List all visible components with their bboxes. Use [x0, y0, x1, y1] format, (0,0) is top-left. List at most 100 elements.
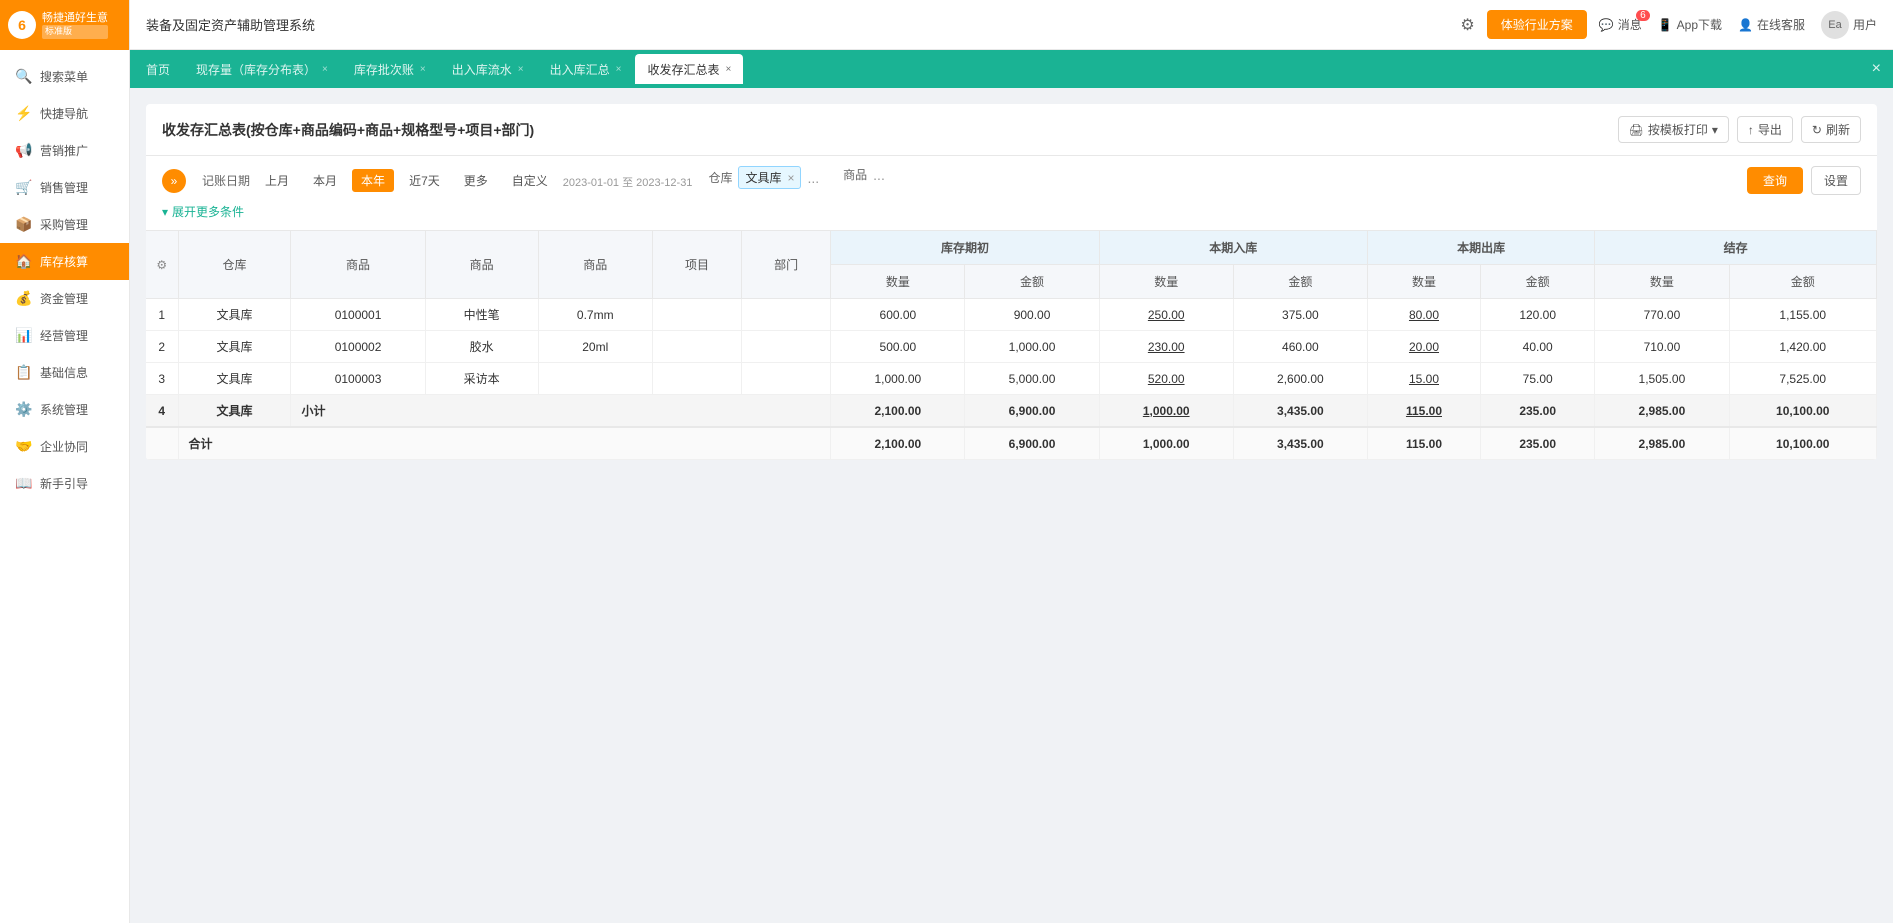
row-open-qty: 500.00 — [831, 331, 965, 363]
subtotal-close-qty: 2,985.00 — [1595, 395, 1729, 428]
sidebar-item-collab[interactable]: 🤝 企业协同 — [0, 428, 129, 465]
table-row: 1 文具库 0100001 中性笔 0.7mm 600.00 900.00 25… — [146, 299, 1877, 331]
page-title: 收发存汇总表(按仓库+商品编码+商品+规格型号+项目+部门) — [162, 120, 534, 140]
expand-more-conditions[interactable]: ▾ 展开更多条件 — [162, 203, 1861, 220]
row-in-amt: 2,600.00 — [1233, 363, 1367, 395]
date-filter-col: 记账日期 上月 本月 本年 近7天 更多 自定义 2023-01-01 至 20… — [202, 169, 692, 192]
expand-arrow-button[interactable]: » — [162, 169, 186, 193]
total-out-qty: 115.00 — [1367, 427, 1480, 460]
tab-close-batch-ledger[interactable]: × — [420, 64, 426, 75]
export-button[interactable]: ↑ 导出 — [1737, 116, 1793, 143]
tab-close-inout-summary[interactable]: × — [616, 64, 622, 75]
date-btn-more[interactable]: 更多 — [455, 169, 497, 192]
tab-close-stock-dist[interactable]: × — [322, 64, 328, 75]
service-item[interactable]: 👤 在线客服 — [1738, 16, 1805, 33]
sidebar-item-inventory[interactable]: 🏠库存核算 — [0, 243, 129, 280]
warehouse-label: 仓库 — [708, 169, 732, 186]
message-icon-item[interactable]: 💬 消息 6 — [1599, 16, 1642, 33]
row-warehouse: 文具库 — [178, 299, 291, 331]
query-button[interactable]: 查询 — [1747, 167, 1803, 194]
row-open-amt: 1,000.00 — [965, 331, 1099, 363]
row-out-qty: 20.00 — [1367, 331, 1480, 363]
sidebar-item-marketing[interactable]: 📢营销推广 — [0, 132, 129, 169]
data-table: ⚙ 仓库 商品 商品 商品 项目 部门 库存期初 本期入库 本期出库 结存 数量 — [146, 231, 1877, 460]
row-close-amt: 7,525.00 — [1729, 363, 1877, 395]
system-icon: ⚙️ — [16, 402, 32, 418]
row-dept — [742, 363, 831, 395]
filter-settings-button[interactable]: 设置 — [1811, 166, 1861, 195]
sidebar-item-purchase[interactable]: 📦采购管理 — [0, 206, 129, 243]
user-item[interactable]: Ea 用户 — [1821, 11, 1877, 39]
tab-inout-flow[interactable]: 出入库流水× — [440, 54, 536, 84]
warehouse-tag-close[interactable]: × — [787, 171, 794, 185]
row-project — [652, 299, 741, 331]
sidebar-item-guide[interactable]: 📖新手引导 — [0, 465, 129, 502]
service-icon: 👤 — [1738, 18, 1753, 32]
date-label: 记账日期 — [202, 172, 250, 189]
sidebar-item-search[interactable]: 🔍搜索菜单 — [0, 58, 129, 95]
total-row: 合计 2,100.00 6,900.00 1,000.00 3,435.00 1… — [146, 427, 1877, 460]
tab-close-inout-flow[interactable]: × — [518, 64, 524, 75]
sidebar-item-finance[interactable]: 💰资金管理 — [0, 280, 129, 317]
date-btn-last-month[interactable]: 上月 — [256, 169, 298, 192]
date-btn-7days[interactable]: 近7天 — [400, 169, 449, 192]
goods-more[interactable]: ... — [873, 167, 885, 183]
sidebar-item-label: 库存核算 — [40, 253, 88, 270]
collab-icon: 🤝 — [16, 439, 32, 455]
subtotal-out-amt: 235.00 — [1481, 395, 1595, 428]
sidebar-item-label: 经营管理 — [40, 327, 88, 344]
refresh-icon: ↻ — [1812, 123, 1822, 137]
row-in-qty: 250.00 — [1099, 299, 1233, 331]
sidebar: 6 畅捷通好生意 标准版 🔍搜索菜单⚡快捷导航📢营销推广🛒销售管理📦采购管理🏠库… — [0, 0, 130, 923]
row-close-amt: 1,420.00 — [1729, 331, 1877, 363]
row-name: 胶水 — [425, 331, 538, 363]
date-btn-this-year[interactable]: 本年 — [352, 169, 394, 192]
sidebar-item-operations[interactable]: 📊 经营管理 — [0, 317, 129, 354]
tab-stock-dist[interactable]: 现存量（库存分布表）× — [184, 54, 340, 84]
tab-home[interactable]: 首页 — [134, 54, 182, 84]
close-all-tabs[interactable]: × — [1864, 60, 1889, 78]
warehouse-more[interactable]: ... — [807, 170, 819, 186]
marketing-icon: 📢 — [16, 143, 32, 159]
tab-collect-summary[interactable]: 收发存汇总表× — [635, 54, 743, 84]
sidebar-logo: 6 畅捷通好生意 标准版 — [0, 0, 129, 50]
date-filter-group: 上月 本月 本年 近7天 更多 自定义 — [256, 169, 557, 192]
date-btn-custom[interactable]: 自定义 — [503, 169, 557, 192]
app-download-item[interactable]: 📱 App下载 — [1658, 16, 1722, 33]
data-table-wrap: ⚙ 仓库 商品 商品 商品 项目 部门 库存期初 本期入库 本期出库 结存 数量 — [146, 231, 1877, 460]
row-no: 1 — [146, 299, 178, 331]
table-settings-icon[interactable]: ⚙ — [146, 231, 178, 299]
subtotal-no: 4 — [146, 395, 178, 428]
sidebar-item-sales[interactable]: 🛒销售管理 — [0, 169, 129, 206]
sidebar-item-system[interactable]: ⚙️系统管理 — [0, 391, 129, 428]
tab-label: 库存批次账 — [354, 61, 414, 78]
sidebar-item-quicknav[interactable]: ⚡快捷导航 — [0, 95, 129, 132]
row-out-qty: 80.00 — [1367, 299, 1480, 331]
total-open-qty: 2,100.00 — [831, 427, 965, 460]
tab-batch-ledger[interactable]: 库存批次账 × — [342, 54, 438, 84]
filter-actions: 查询 设置 — [1747, 166, 1861, 195]
row-code: 0100003 — [291, 363, 425, 395]
row-spec: 0.7mm — [538, 299, 652, 331]
sidebar-item-label: 企业协同 — [40, 438, 88, 455]
sidebar-item-label: 搜索菜单 — [40, 68, 88, 85]
sales-icon: 🛒 — [16, 180, 32, 196]
finance-icon: 💰 — [16, 291, 32, 307]
tab-close-collect-summary[interactable]: × — [725, 64, 731, 75]
sidebar-item-basic[interactable]: 📋基础信息 — [0, 354, 129, 391]
th-dept: 部门 — [742, 231, 831, 299]
warehouse-tag: 文具库 × — [738, 166, 801, 189]
th-in-group: 本期入库 — [1099, 231, 1367, 265]
tab-inout-summary[interactable]: 出入库汇总× — [538, 54, 634, 84]
print-template-button[interactable]: 🖨 按模板打印 ▾ — [1618, 116, 1729, 143]
operations-icon: 📊 — [16, 328, 32, 344]
tab-label: 首页 — [146, 61, 170, 78]
trial-button[interactable]: 体验行业方案 — [1487, 10, 1587, 39]
settings-icon[interactable]: ⚙ — [1460, 15, 1474, 35]
date-btn-this-month[interactable]: 本月 — [304, 169, 346, 192]
th-out-qty: 数量 — [1367, 265, 1480, 299]
refresh-button[interactable]: ↻ 刷新 — [1801, 116, 1861, 143]
sidebar-item-label: 基础信息 — [40, 364, 88, 381]
row-close-qty: 770.00 — [1595, 299, 1729, 331]
filter-bar: » 记账日期 上月 本月 本年 近7天 更多 自定义 2023-01-01 至 … — [146, 156, 1877, 231]
